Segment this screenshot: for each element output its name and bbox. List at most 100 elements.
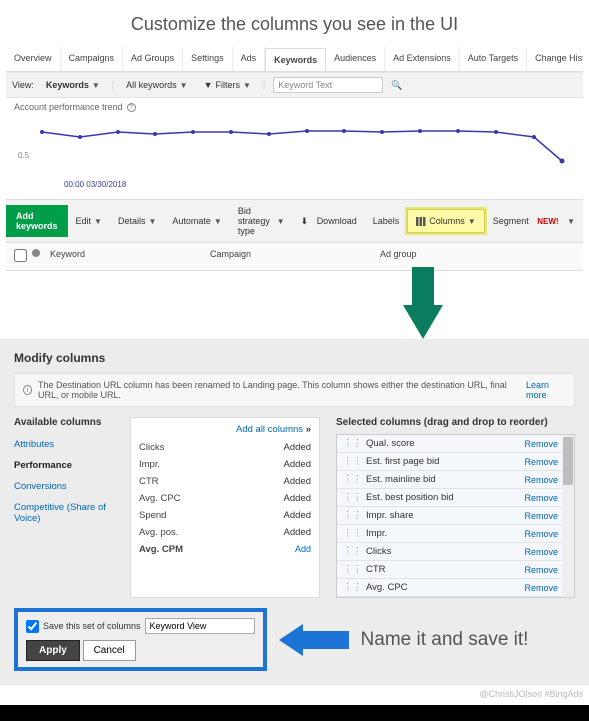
- tab-ad-extensions[interactable]: Ad Extensions: [385, 47, 460, 71]
- tab-ads[interactable]: Ads: [233, 47, 266, 71]
- metric-name: Avg. CPM: [139, 544, 183, 555]
- filters-dropdown[interactable]: ▼ Filters ▼: [200, 78, 255, 92]
- search-icon[interactable]: 🔍: [391, 80, 402, 91]
- category-attributes[interactable]: Attributes: [14, 434, 114, 455]
- selected-item[interactable]: ⋮⋮Impr. shareRemove: [337, 507, 574, 525]
- search-input[interactable]: Keyword Text: [273, 77, 383, 93]
- chart-title: Account performance trend ?: [14, 102, 136, 112]
- view-dropdown[interactable]: Keywords ▼: [42, 78, 104, 92]
- chevron-down-icon: ▼: [180, 81, 188, 90]
- filters-label: Filters: [216, 80, 241, 90]
- scrollbar[interactable]: [562, 435, 574, 597]
- download-icon: ⬇: [301, 216, 309, 227]
- add-keywords-button[interactable]: Add keywords: [6, 205, 68, 237]
- metric-name: Clicks: [139, 442, 164, 453]
- metric-status: Added: [284, 459, 311, 470]
- save-columns-box: Save this set of columns Apply Cancel: [14, 608, 267, 671]
- selected-item[interactable]: ⋮⋮Est. first page bidRemove: [337, 453, 574, 471]
- col-adgroup[interactable]: Ad group: [372, 243, 425, 270]
- selected-item[interactable]: ⋮⋮Impr.Remove: [337, 525, 574, 543]
- category-competitive[interactable]: Competitive (Share of Voice): [14, 497, 114, 529]
- available-columns-heading: Available columns: [14, 417, 114, 428]
- drag-icon[interactable]: ⋮⋮: [343, 528, 362, 539]
- selected-item[interactable]: ⋮⋮Est. mainline bidRemove: [337, 471, 574, 489]
- remove-link[interactable]: Remove: [524, 583, 558, 593]
- drag-icon[interactable]: ⋮⋮: [343, 510, 362, 521]
- remove-link[interactable]: Remove: [524, 439, 558, 449]
- annotation-title: Customize the columns you see in the UI: [6, 14, 583, 35]
- annotation-arrow-left: [279, 624, 349, 656]
- columns-dropdown[interactable]: Columns▼: [407, 209, 484, 233]
- filter-icon: ▼: [204, 80, 213, 90]
- selected-item[interactable]: ⋮⋮CTRRemove: [337, 561, 574, 579]
- selected-item[interactable]: ⋮⋮Qual. scoreRemove: [337, 435, 574, 453]
- tab-audiences[interactable]: Audiences: [326, 47, 385, 71]
- drag-icon[interactable]: ⋮⋮: [343, 474, 362, 485]
- help-icon[interactable]: ?: [127, 103, 136, 112]
- columns-icon: [416, 216, 426, 226]
- drag-icon[interactable]: ⋮⋮: [343, 582, 362, 593]
- selected-item[interactable]: ⋮⋮Avg. CPCRemove: [337, 579, 574, 597]
- segment-dropdown[interactable]: Segment NEW! ▼: [485, 210, 583, 232]
- metric-list: Add all columns » ClicksAdded Impr.Added…: [130, 417, 320, 598]
- add-metric-link[interactable]: Add: [295, 544, 311, 555]
- tab-keywords[interactable]: Keywords: [265, 48, 326, 72]
- download-button[interactable]: ⬇ Download: [293, 210, 365, 233]
- add-all-columns-link[interactable]: Add all columns: [236, 424, 303, 435]
- details-dropdown[interactable]: Details▼: [110, 210, 164, 232]
- col-campaign[interactable]: Campaign: [202, 243, 372, 270]
- drag-icon[interactable]: ⋮⋮: [343, 456, 362, 467]
- status-icon: [32, 249, 40, 257]
- category-performance[interactable]: Performance: [14, 455, 114, 476]
- category-conversions[interactable]: Conversions: [14, 476, 114, 497]
- drag-icon[interactable]: ⋮⋮: [343, 438, 362, 449]
- col-keyword[interactable]: Keyword: [42, 243, 202, 270]
- metric-status: Added: [284, 442, 311, 453]
- all-keywords-label: All keywords: [126, 80, 177, 90]
- save-set-checkbox[interactable]: [26, 620, 39, 633]
- all-keywords-dropdown[interactable]: All keywords ▼: [122, 78, 191, 92]
- labels-dropdown[interactable]: Labels: [365, 210, 408, 232]
- learn-more-link[interactable]: Learn more: [526, 380, 566, 400]
- save-set-label: Save this set of columns: [43, 621, 141, 631]
- remove-link[interactable]: Remove: [524, 565, 558, 575]
- tab-overview[interactable]: Overview: [6, 47, 61, 71]
- annotation-callout: Name it and save it!: [361, 629, 529, 651]
- view-value: Keywords: [46, 80, 89, 90]
- remove-link[interactable]: Remove: [524, 529, 558, 539]
- drag-icon[interactable]: ⋮⋮: [343, 564, 362, 575]
- tab-settings[interactable]: Settings: [183, 47, 233, 71]
- metric-name: Spend: [139, 510, 166, 521]
- metric-status: Added: [284, 493, 311, 504]
- column-set-name-input[interactable]: [145, 618, 255, 634]
- tab-change-history[interactable]: Change History: [527, 47, 583, 71]
- drag-icon[interactable]: ⋮⋮: [343, 546, 362, 557]
- remove-link[interactable]: Remove: [524, 547, 558, 557]
- main-tabs: Overview Campaigns Ad Groups Settings Ad…: [6, 47, 583, 72]
- automate-dropdown[interactable]: Automate▼: [164, 210, 229, 232]
- metric-name: CTR: [139, 476, 159, 487]
- view-toolbar: View: Keywords ▼ | All keywords ▼ ▼ Filt…: [6, 72, 583, 98]
- watermark: @ChristiJOlson #BingAds: [0, 685, 589, 705]
- selected-columns-list: ⋮⋮Qual. scoreRemove ⋮⋮Est. first page bi…: [336, 434, 575, 598]
- tab-campaigns[interactable]: Campaigns: [61, 47, 124, 71]
- bid-strategy-dropdown[interactable]: Bid strategy type▼: [230, 200, 293, 242]
- drag-icon[interactable]: ⋮⋮: [343, 492, 362, 503]
- edit-dropdown[interactable]: Edit▼: [68, 210, 110, 232]
- selected-columns-heading: Selected columns (drag and drop to reord…: [336, 417, 575, 428]
- footer-bar: [0, 705, 589, 721]
- chart: 0.5 00:00 03/30/2018: [14, 119, 575, 189]
- tab-ad-groups[interactable]: Ad Groups: [123, 47, 183, 71]
- cancel-button[interactable]: Cancel: [83, 640, 136, 661]
- remove-link[interactable]: Remove: [524, 475, 558, 485]
- selected-item[interactable]: ⋮⋮Est. best position bidRemove: [337, 489, 574, 507]
- apply-button[interactable]: Apply: [26, 640, 80, 661]
- tab-auto-targets[interactable]: Auto Targets: [460, 47, 527, 71]
- remove-link[interactable]: Remove: [524, 493, 558, 503]
- selected-item[interactable]: ⋮⋮ClicksRemove: [337, 543, 574, 561]
- grid-toolbar: Add keywords Edit▼ Details▼ Automate▼ Bi…: [6, 199, 583, 243]
- metric-status: Added: [284, 510, 311, 521]
- remove-link[interactable]: Remove: [524, 457, 558, 467]
- annotation-arrow-down: [0, 267, 589, 339]
- remove-link[interactable]: Remove: [524, 511, 558, 521]
